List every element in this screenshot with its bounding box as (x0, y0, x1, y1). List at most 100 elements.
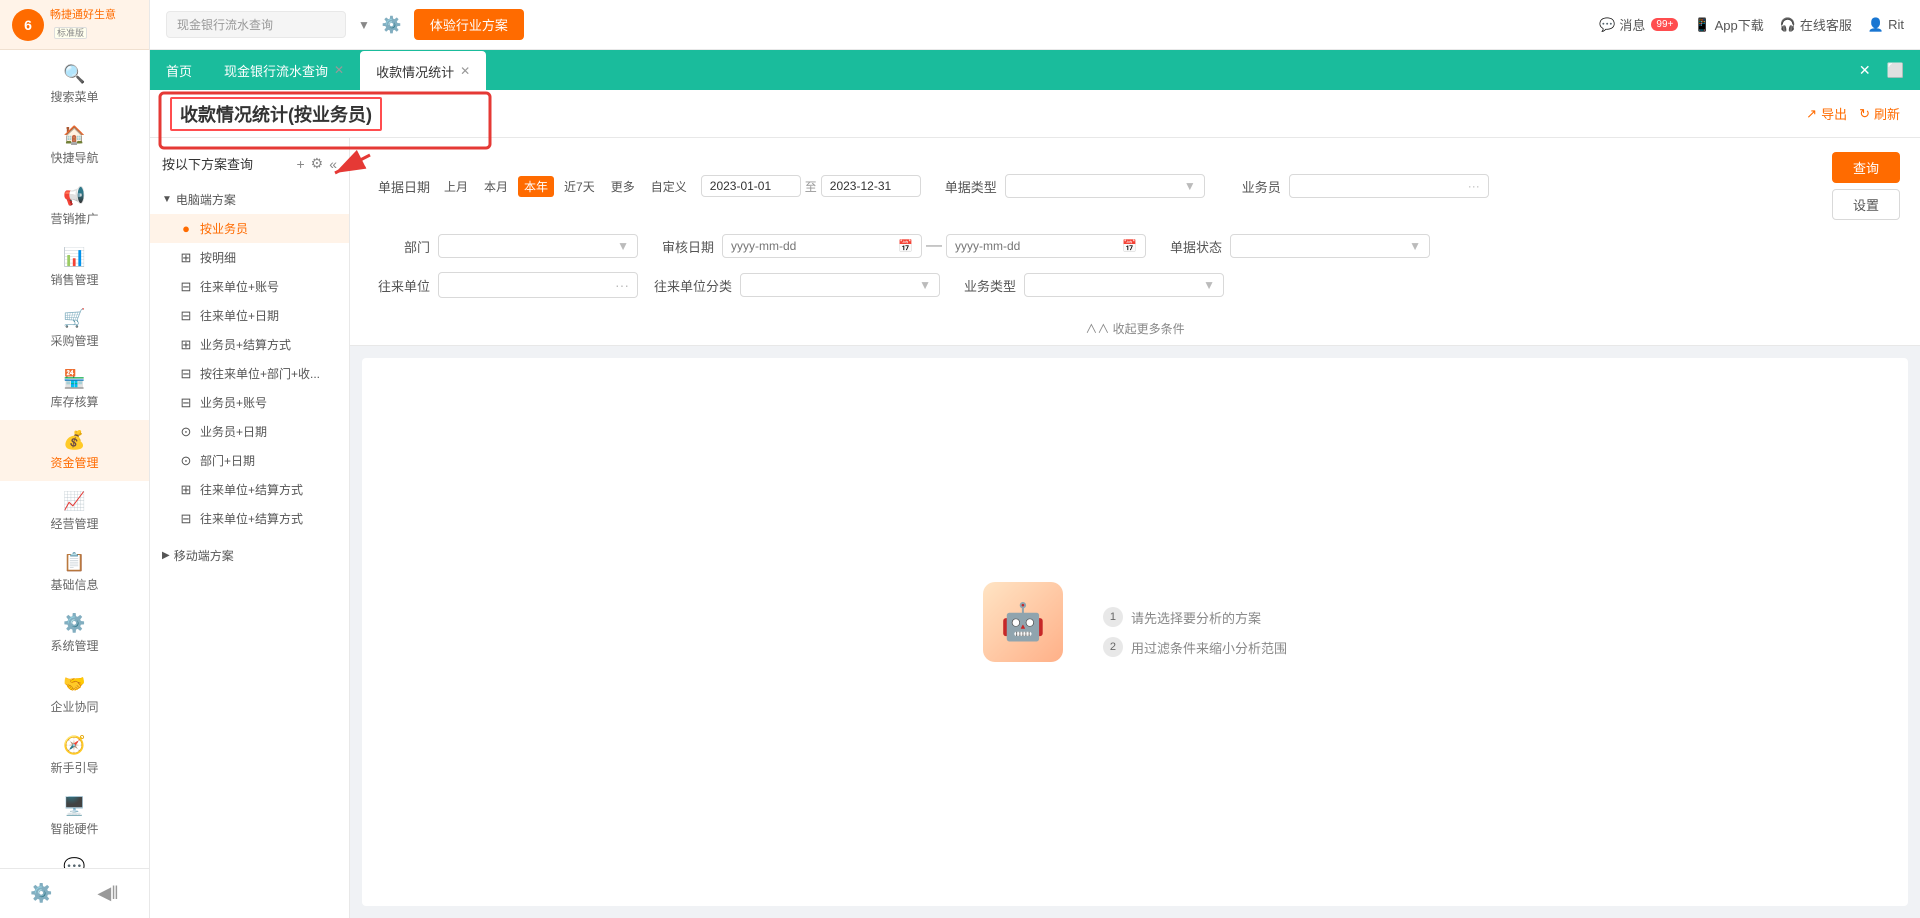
inventory-icon: 🏪 (63, 369, 85, 390)
app-download-label: App下载 (1715, 15, 1764, 34)
export-label: 导出 (1821, 104, 1847, 123)
scheme-dept-date[interactable]: ⊙ 部门+日期 (150, 446, 349, 475)
sidebar-item-search-label: 搜索菜单 (50, 88, 98, 105)
scheme-salesperson-account[interactable]: ⊟ 业务员+账号 (150, 388, 349, 417)
tab-close-window-btn[interactable]: ✕ (1855, 58, 1875, 83)
date-start-input[interactable] (701, 175, 801, 197)
date-btn-this-year[interactable]: 本年 (518, 176, 554, 197)
scheme-unit-dept-collect[interactable]: ⊟ 按往来单位+部门+收... (150, 359, 349, 388)
query-button[interactable]: 查询 (1832, 152, 1900, 183)
doc-status-select[interactable]: ▼ (1230, 234, 1430, 258)
tab-receipt-close[interactable]: ✕ (460, 64, 470, 78)
date-btn-more[interactable]: 更多 (605, 176, 641, 197)
scheme-unit-settle1[interactable]: ⊞ 往来单位+结算方式 (150, 475, 349, 504)
tab-receipt[interactable]: 收款情况统计 ✕ (360, 51, 486, 91)
salesperson-select[interactable]: ··· (1289, 174, 1489, 198)
trial-button[interactable]: 体验行业方案 (414, 9, 524, 40)
collapse-panel-btn[interactable]: « (329, 156, 337, 172)
sidebar-item-quick-nav[interactable]: 🏠 快捷导航 (0, 115, 149, 176)
transaction-unit-input[interactable] (447, 278, 611, 292)
audit-date-label: 审核日期 (654, 237, 714, 256)
date-btn-this-month[interactable]: 本月 (478, 176, 514, 197)
empty-steps: 1 请先选择要分析的方案 2 用过滤条件来缩小分析范围 (1103, 607, 1287, 657)
date-end-input[interactable] (821, 175, 921, 197)
sidebar-item-sales[interactable]: 📊 销售管理 (0, 237, 149, 298)
biz-type-select[interactable]: ▼ (1024, 273, 1224, 297)
scheme-by-detail[interactable]: ⊞ 按明细 (150, 243, 349, 272)
user-avatar[interactable]: 👤 Rit (1868, 17, 1904, 33)
desktop-group-title[interactable]: ▼ 电脑端方案 (150, 185, 349, 214)
doctype-input[interactable] (1014, 179, 1180, 193)
search-icon: 🔍 (63, 64, 85, 85)
audit-end-input[interactable] (955, 239, 1118, 253)
salesperson-settle-label: 业务员+结算方式 (200, 336, 291, 353)
date-range-inputs: 至 (701, 175, 921, 197)
scheme-unit-date[interactable]: ⊟ 往来单位+日期 (150, 301, 349, 330)
biz-type-input[interactable] (1033, 278, 1199, 292)
transaction-category-input[interactable] (749, 278, 915, 292)
sidebar-item-finance[interactable]: 💰 资金管理 (0, 420, 149, 481)
date-btn-last-month[interactable]: 上月 (438, 176, 474, 197)
sidebar-item-guide[interactable]: 🧭 新手引导 (0, 725, 149, 786)
add-scheme-btn[interactable]: + (296, 156, 304, 172)
doc-status-label: 单据状态 (1162, 237, 1222, 256)
page-header: 收款情况统计(按业务员) ↗ 导出 ↻ 刷新 (150, 90, 1920, 138)
tab-maximize-btn[interactable]: ⬜ (1883, 58, 1908, 83)
sidebar-item-hardware[interactable]: 🖥️ 智能硬件 (0, 786, 149, 847)
sidebar-item-operation[interactable]: 📈 经营管理 (0, 481, 149, 542)
collapse-bar[interactable]: ∧∧ 收起更多条件 (370, 312, 1900, 345)
doc-status-input[interactable] (1239, 239, 1405, 253)
scheme-unit-settle2[interactable]: ⊟ 往来单位+结算方式 (150, 504, 349, 533)
settings-button[interactable]: 设置 (1832, 189, 1900, 220)
export-button[interactable]: ↗ 导出 (1806, 104, 1847, 123)
sidebar-item-enterprise[interactable]: 🤝 企业协同 (0, 664, 149, 725)
transaction-unit-more[interactable]: ··· (615, 277, 629, 293)
settings-footer-btn[interactable]: ⚙️ (30, 883, 52, 904)
topbar-gear-icon[interactable]: ⚙️ (382, 15, 402, 35)
salesperson-input[interactable] (1298, 179, 1464, 193)
sidebar-item-system[interactable]: ⚙️ 系统管理 (0, 603, 149, 664)
scheme-salesperson-settle[interactable]: ⊞ 业务员+结算方式 (150, 330, 349, 359)
audit-date-start-box[interactable]: 📅 (722, 234, 922, 258)
transaction-unit-input-box[interactable]: ··· (438, 272, 638, 298)
mobile-group-title[interactable]: ▶ 移动端方案 (150, 541, 349, 570)
sidebar-item-purchase[interactable]: 🛒 采购管理 (0, 298, 149, 359)
dept-input[interactable] (447, 239, 613, 253)
scheme-salesperson-date[interactable]: ⊙ 业务员+日期 (150, 417, 349, 446)
audit-start-input[interactable] (731, 239, 894, 253)
sidebar-item-wechat[interactable]: 💬 企业微信 (0, 847, 149, 868)
sidebar-item-marketing[interactable]: 📢 营销推广 (0, 176, 149, 237)
date-btn-last7[interactable]: 近7天 (558, 176, 601, 197)
biz-type-label: 业务类型 (956, 276, 1016, 295)
refresh-button[interactable]: ↻ 刷新 (1859, 104, 1900, 123)
app-download-btn[interactable]: 📱 App下载 (1694, 15, 1763, 34)
online-support-btn[interactable]: 🎧 在线客服 (1780, 15, 1852, 34)
scheme-unit-account[interactable]: ⊟ 往来单位+账号 (150, 272, 349, 301)
dept-select[interactable]: ▼ (438, 234, 638, 258)
unit-settle2-label: 往来单位+结算方式 (200, 510, 303, 527)
messages-btn[interactable]: 💬 消息 99+ (1599, 15, 1678, 34)
doctype-select[interactable]: ▼ (1005, 174, 1205, 198)
topbar-dropdown-icon[interactable]: ▼ (358, 18, 370, 32)
salesperson-more-icon[interactable]: ··· (1468, 179, 1480, 193)
scheme-by-salesperson[interactable]: ● 按业务员 (150, 214, 349, 243)
calendar-start-icon[interactable]: 📅 (898, 239, 913, 253)
doctype-dropdown-icon: ▼ (1184, 179, 1196, 193)
sidebar-item-inventory[interactable]: 🏪 库存核算 (0, 359, 149, 420)
tab-bank[interactable]: 现金银行流水查询 ✕ (208, 50, 360, 90)
collapse-sidebar-btn[interactable]: ◀‖ (97, 883, 118, 904)
sidebar-footer: ⚙️ ◀‖ (0, 868, 149, 918)
scheme-settings-btn[interactable]: ⚙ (311, 155, 324, 172)
salesperson-scheme-label: 按业务员 (200, 220, 248, 237)
sidebar-item-basic[interactable]: 📋 基础信息 (0, 542, 149, 603)
support-icon: 🎧 (1780, 17, 1796, 33)
unit-settle1-label: 往来单位+结算方式 (200, 481, 303, 498)
tab-bank-close[interactable]: ✕ (334, 63, 344, 77)
sidebar-item-search[interactable]: 🔍 搜索菜单 (0, 54, 149, 115)
tabs-right-actions: ✕ ⬜ (1855, 58, 1920, 83)
tab-home[interactable]: 首页 (150, 50, 208, 90)
transaction-category-select[interactable]: ▼ (740, 273, 940, 297)
date-btn-custom[interactable]: 自定义 (645, 176, 693, 197)
calendar-end-icon[interactable]: 📅 (1122, 239, 1137, 253)
audit-date-end-box[interactable]: 📅 (946, 234, 1146, 258)
